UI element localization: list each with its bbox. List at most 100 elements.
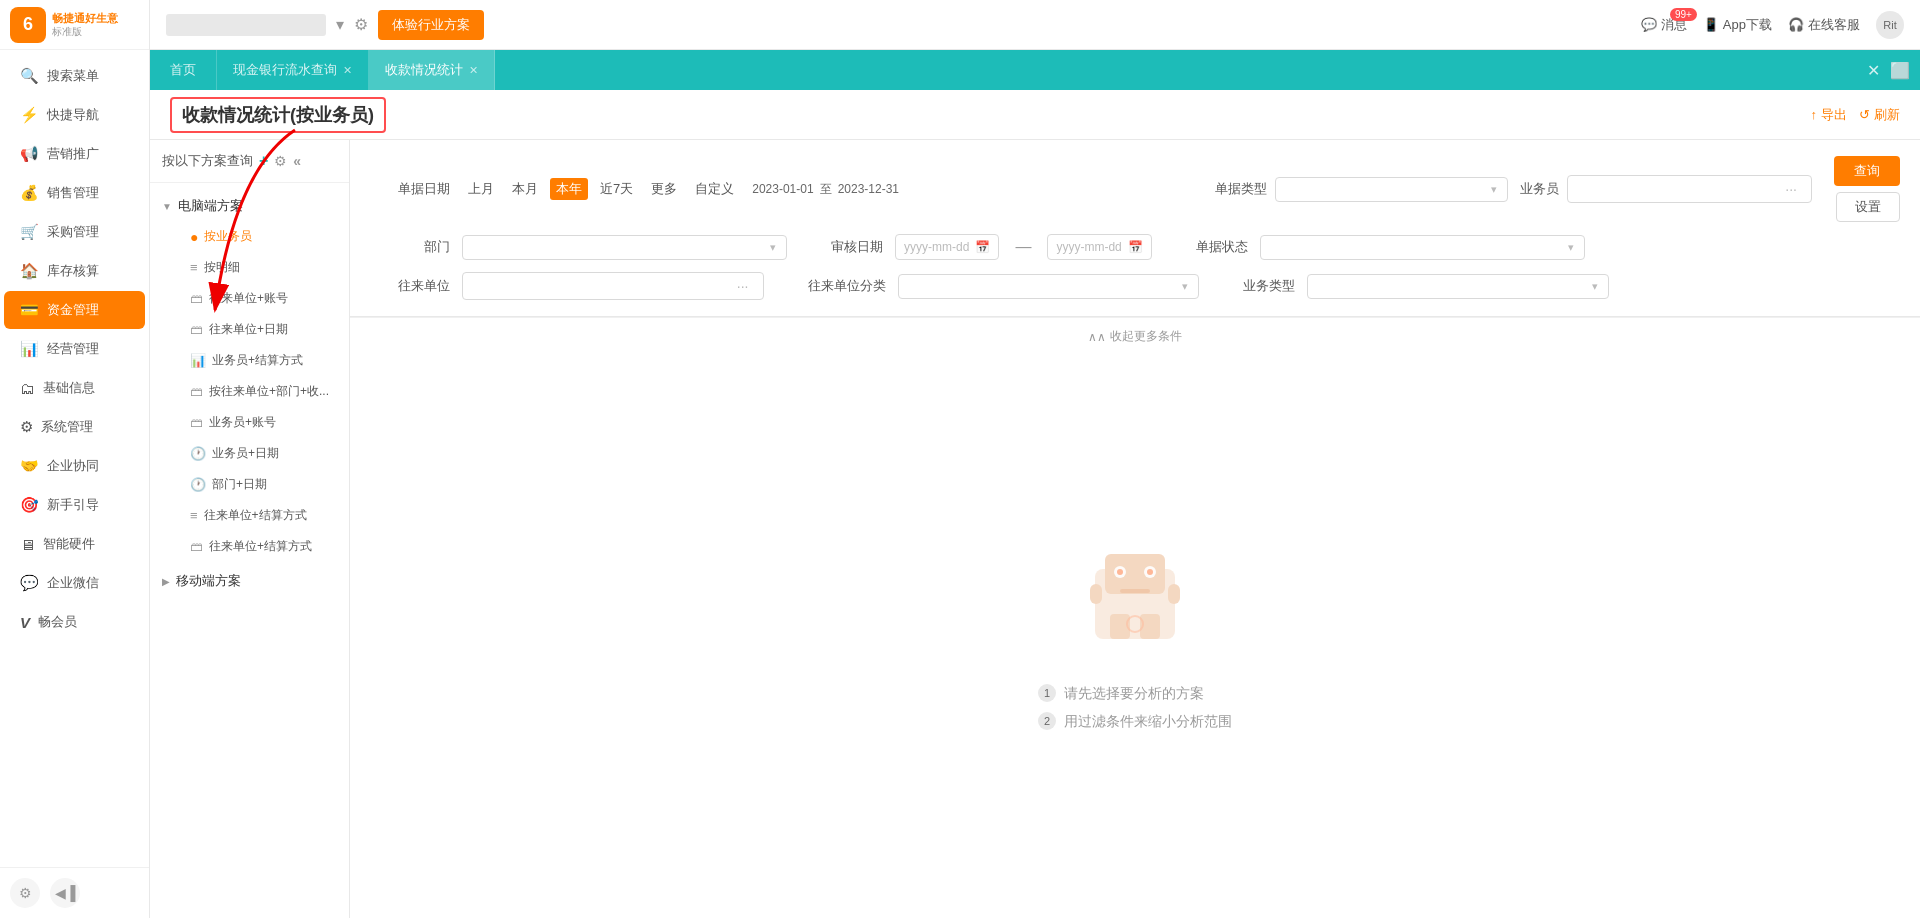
sidebar-item-baseinfo[interactable]: 🗂 基础信息: [4, 369, 145, 407]
scheme-item-salesperson-payment[interactable]: 📊 业务员+结算方式: [162, 345, 349, 376]
partner-select[interactable]: ···: [462, 272, 764, 300]
desktop-group-title[interactable]: ▼ 电脑端方案: [150, 191, 349, 221]
date-to: 2023-12-31: [838, 182, 899, 196]
query-button[interactable]: 查询: [1834, 156, 1900, 186]
service-icon: 🎧: [1788, 17, 1804, 32]
svg-rect-8: [1168, 584, 1180, 604]
business-type-select[interactable]: ▾: [1307, 274, 1609, 299]
app-download-area[interactable]: 📱 App下载: [1703, 16, 1772, 34]
collapse-panel-icon[interactable]: «: [293, 153, 301, 169]
guide-icon: 🎯: [20, 496, 39, 514]
date-option-7days[interactable]: 近7天: [594, 178, 639, 200]
tab-close-collect[interactable]: ✕: [469, 64, 478, 77]
vip-icon: V: [20, 614, 30, 631]
partner-category-select[interactable]: ▾: [898, 274, 1200, 299]
sidebar-item-search[interactable]: 🔍 搜索菜单: [4, 57, 145, 95]
doc-type-select[interactable]: ▾: [1275, 177, 1507, 202]
settings-button[interactable]: 设置: [1836, 192, 1900, 222]
scheme-item-by-salesperson[interactable]: ● 按业务员: [162, 221, 349, 252]
table-icon-1: 🗃: [190, 291, 203, 306]
date-range-display: 2023-01-01 至 2023-12-31: [752, 181, 899, 198]
mobile-group-title[interactable]: ▶ 移动端方案: [150, 566, 349, 596]
empty-tips: 1 请先选择要分析的方案 2 用过滤条件来缩小分析范围: [1038, 679, 1232, 735]
collapse-bar[interactable]: ∧∧ 收起更多条件: [350, 317, 1920, 355]
scheme-item-partner-payment[interactable]: ≡ 往来单位+结算方式: [162, 500, 349, 531]
tab-close-bank[interactable]: ✕: [343, 64, 352, 77]
filter-actions: 查询 设置: [1834, 156, 1900, 222]
topbar-gear-icon[interactable]: ⚙: [354, 15, 368, 34]
scheme-item-by-detail[interactable]: ≡ 按明细: [162, 252, 349, 283]
sidebar-item-newguide[interactable]: 🎯 新手引导: [4, 486, 145, 524]
salesperson-select[interactable]: ···: [1567, 175, 1812, 203]
data-empty-area: 1 请先选择要分析的方案 2 用过滤条件来缩小分析范围: [350, 355, 1920, 918]
sidebar-item-inventory[interactable]: 🏠 库存核算: [4, 252, 145, 290]
doc-status-chevron-icon: ▾: [1568, 241, 1574, 254]
table-icon-3: 🗃: [190, 384, 203, 399]
flash-icon: ⚡: [20, 106, 39, 124]
refresh-button[interactable]: ↺ 刷新: [1859, 106, 1900, 124]
scheme-settings-icon[interactable]: ⚙: [274, 153, 287, 169]
collapse-sidebar-icon[interactable]: ◀▐: [50, 878, 80, 908]
date-option-this-year[interactable]: 本年: [550, 178, 588, 200]
date-option-this-month[interactable]: 本月: [506, 178, 544, 200]
tab-home[interactable]: 首页: [150, 50, 217, 90]
active-scheme-icon: ●: [190, 229, 198, 245]
calendar-icon-from: 📅: [975, 240, 990, 254]
sidebar-item-sales[interactable]: 💰 销售管理: [4, 174, 145, 212]
more-options-icon[interactable]: ···: [1781, 181, 1801, 197]
sidebar-item-marketing[interactable]: 📢 营销推广: [4, 135, 145, 173]
settings-bottom-icon[interactable]: ⚙: [10, 878, 40, 908]
scheme-header: 按以下方案查询 + ⚙ «: [150, 140, 349, 183]
date-option-custom[interactable]: 自定义: [689, 178, 740, 200]
main-area: ▾ ⚙ 体验行业方案 💬 消息 99+ 📱 App下载 🎧 在线客服 Rit: [150, 0, 1920, 918]
doc-type-label: 单据类型: [1215, 180, 1267, 198]
scheme-item-partner-account[interactable]: 🗃 往来单位+账号: [162, 283, 349, 314]
sidebar-item-finance[interactable]: 💳 资金管理: [4, 291, 145, 329]
audit-date-from[interactable]: yyyy-mm-dd 📅: [895, 234, 999, 260]
scheme-item-partner-dept[interactable]: 🗃 按往来单位+部门+收...: [162, 376, 349, 407]
tab-bank[interactable]: 现金银行流水查询 ✕: [217, 50, 369, 90]
tip-item-1: 1 请先选择要分析的方案: [1038, 679, 1232, 707]
date-options: 上月 本月 本年 近7天 更多 自定义: [462, 178, 740, 200]
tab-collect[interactable]: 收款情况统计 ✕: [369, 50, 495, 90]
chart-icon-2: 📊: [190, 353, 206, 368]
page-title: 收款情况统计(按业务员): [170, 97, 386, 133]
sidebar-item-hardware[interactable]: 🖥 智能硬件: [4, 525, 145, 563]
notification-area[interactable]: 💬 消息 99+: [1641, 16, 1687, 34]
close-window-icon[interactable]: ✕: [1867, 61, 1880, 80]
date-option-more[interactable]: 更多: [645, 178, 683, 200]
sidebar-item-purchase[interactable]: 🛒 采购管理: [4, 213, 145, 251]
topbar-dropdown-icon[interactable]: ▾: [336, 15, 344, 34]
collapse-icon: ∧∧: [1088, 330, 1106, 344]
online-service-area[interactable]: 🎧 在线客服: [1788, 16, 1860, 34]
partner-more-icon[interactable]: ···: [733, 278, 753, 294]
date-option-last-month[interactable]: 上月: [462, 178, 500, 200]
scheme-item-partner-date[interactable]: 🗃 往来单位+日期: [162, 314, 349, 345]
trial-button[interactable]: 体验行业方案: [378, 10, 484, 40]
export-button[interactable]: ↑ 导出: [1811, 106, 1848, 124]
add-scheme-icon[interactable]: +: [259, 152, 268, 170]
finance-icon: 💳: [20, 301, 39, 319]
clock-icon-2: 🕐: [190, 477, 206, 492]
sidebar-item-system[interactable]: ⚙ 系统管理: [4, 408, 145, 446]
doc-status-select[interactable]: ▾: [1260, 235, 1585, 260]
sidebar-item-operation[interactable]: 📊 经营管理: [4, 330, 145, 368]
scheme-item-salesperson-date[interactable]: 🕐 业务员+日期: [162, 438, 349, 469]
sidebar-item-wechat[interactable]: 💬 企业微信: [4, 564, 145, 602]
sidebar-item-enterprise[interactable]: 🤝 企业协同: [4, 447, 145, 485]
scheme-item-salesperson-account[interactable]: 🗃 业务员+账号: [162, 407, 349, 438]
user-avatar[interactable]: Rit: [1876, 11, 1904, 39]
sidebar-item-shortcut[interactable]: ⚡ 快捷导航: [4, 96, 145, 134]
scheme-item-partner-payment2[interactable]: 🗃 往来单位+结算方式: [162, 531, 349, 562]
sidebar-item-member[interactable]: V 畅会员: [4, 603, 145, 641]
date-dash: —: [1011, 238, 1035, 256]
svg-rect-6: [1120, 589, 1150, 593]
single-date-label: 单据日期: [370, 180, 450, 198]
maximize-window-icon[interactable]: ⬜: [1890, 61, 1910, 80]
calendar-icon-to: 📅: [1128, 240, 1143, 254]
audit-date-to[interactable]: yyyy-mm-dd 📅: [1047, 234, 1151, 260]
scheme-item-dept-date[interactable]: 🕐 部门+日期: [162, 469, 349, 500]
dept-select[interactable]: ▾: [462, 235, 787, 260]
desktop-scheme-items: ● 按业务员 ≡ 按明细 🗃 往来单位+账号 🗃: [162, 221, 349, 562]
tip-item-2: 2 用过滤条件来缩小分析范围: [1038, 707, 1232, 735]
